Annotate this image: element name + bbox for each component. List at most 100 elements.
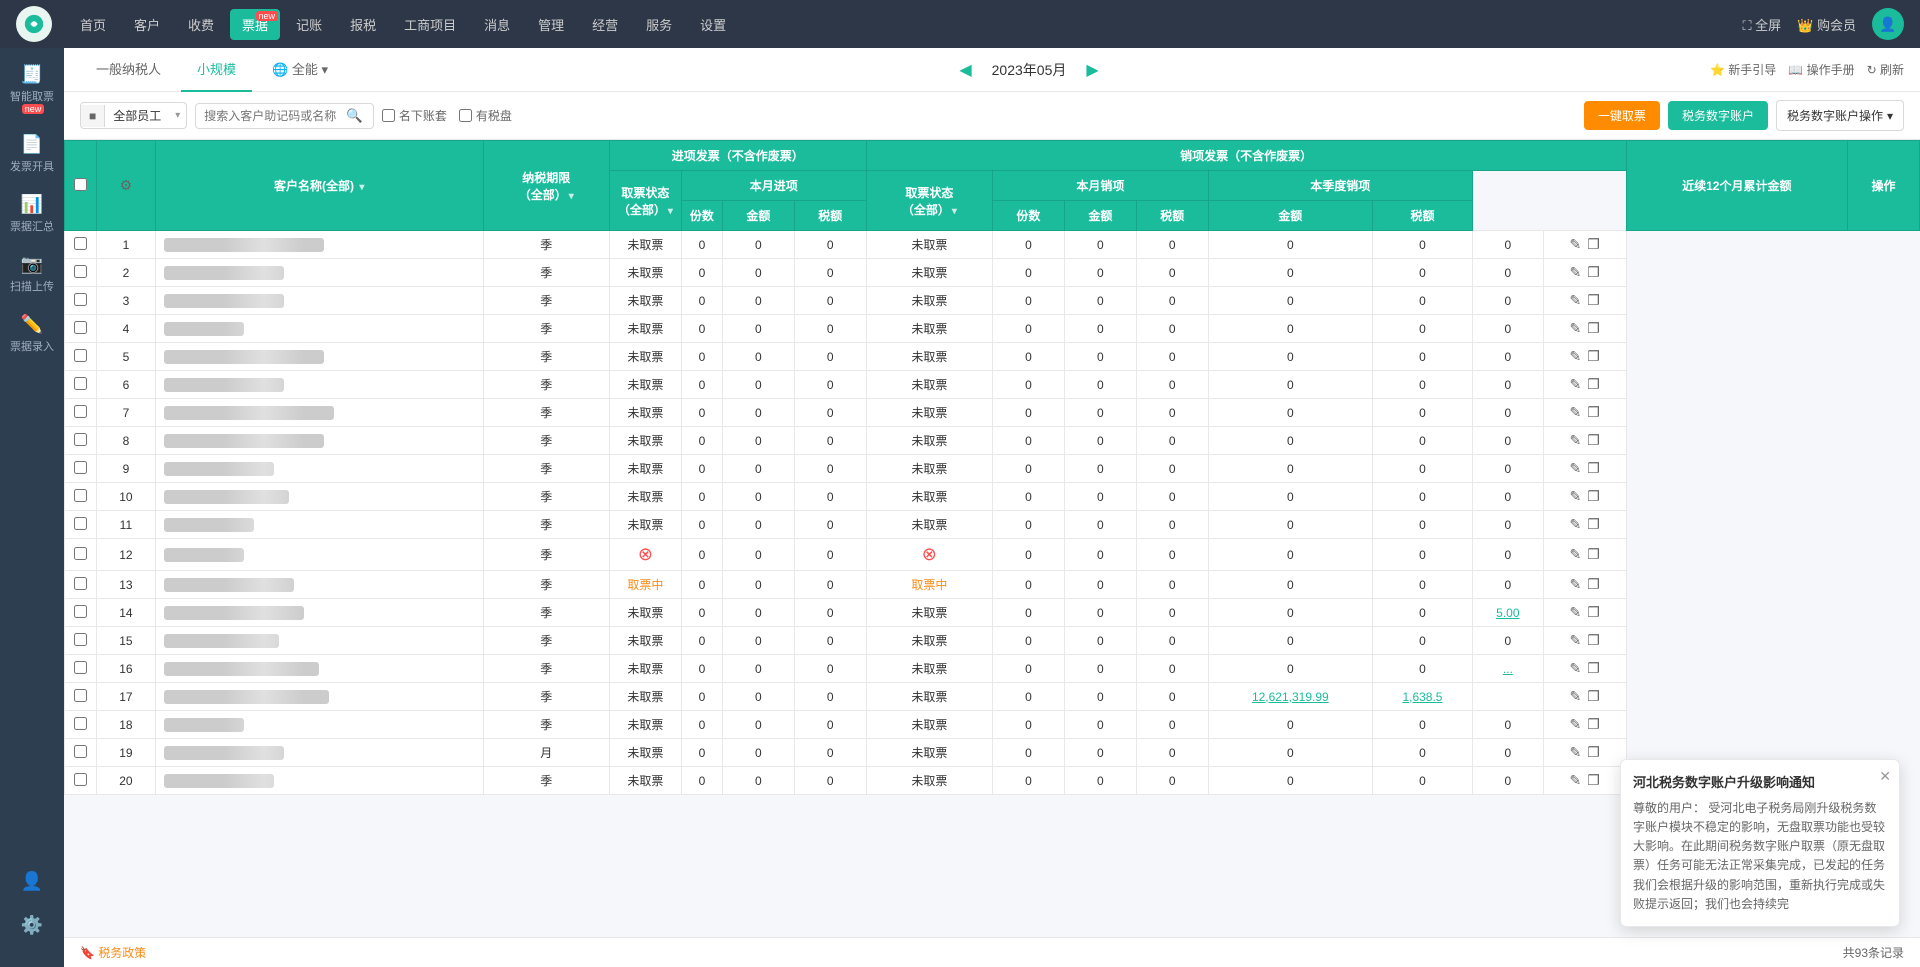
row-actions: ✎ ❐ [1543, 231, 1626, 259]
checkbox-account[interactable]: 名下账套 [382, 107, 447, 124]
nav-customer[interactable]: 客户 [122, 9, 172, 40]
tab-small-scale[interactable]: 小规模 [181, 48, 252, 92]
copy-icon[interactable]: ❐ [1587, 488, 1600, 505]
row-out-count: 0 [992, 455, 1064, 483]
fullscreen-btn[interactable]: ⛶ 全屏 [1742, 15, 1781, 34]
one-click-ticket-btn[interactable]: 一键取票 [1584, 101, 1660, 130]
edit-icon[interactable]: ✎ [1569, 576, 1581, 593]
edit-icon[interactable]: ✎ [1569, 376, 1581, 393]
nav-manage[interactable]: 管理 [526, 9, 576, 40]
tab-general-taxpayer[interactable]: 一般纳税人 [80, 48, 177, 92]
copy-icon[interactable]: ❐ [1587, 320, 1600, 337]
edit-icon[interactable]: ✎ [1569, 488, 1581, 505]
table-row: 16 季 未取票 0 0 0 未取票 0 0 0 0 0 ... ✎ ❐ [65, 655, 1920, 683]
sidebar-item-user[interactable]: 👤 [4, 863, 60, 903]
copy-icon[interactable]: ❐ [1587, 404, 1600, 421]
table-row: 8 季 未取票 0 0 0 未取票 0 0 0 0 0 0 ✎ ❐ [65, 427, 1920, 455]
edit-icon[interactable]: ✎ [1569, 348, 1581, 365]
copy-icon[interactable]: ❐ [1587, 660, 1600, 677]
select-all-checkbox[interactable] [74, 178, 87, 191]
nav-business[interactable]: 工商项目 [392, 9, 468, 40]
edit-icon[interactable]: ✎ [1569, 660, 1581, 677]
edit-icon[interactable]: ✎ [1569, 460, 1581, 477]
copy-icon[interactable]: ❐ [1587, 348, 1600, 365]
gear-button[interactable]: ⚙ [118, 175, 135, 196]
edit-icon[interactable]: ✎ [1569, 744, 1581, 761]
col-action-header: 操作 [1848, 141, 1920, 231]
sidebar-item-invoice[interactable]: 📄 发票开具 [4, 126, 60, 182]
copy-icon[interactable]: ❐ [1587, 516, 1600, 533]
row-out-tax: 0 [1136, 343, 1208, 371]
digital-account-op-btn[interactable]: 税务数字账户操作 ▾ [1776, 100, 1904, 131]
col-tax-period-header: 纳税期限（全部）▾ [483, 141, 609, 231]
nav-ticket[interactable]: 票据 new [230, 9, 280, 40]
avatar[interactable]: 👤 [1872, 8, 1904, 40]
digital-account-btn[interactable]: 税务数字账户 [1668, 101, 1768, 130]
copy-icon[interactable]: ❐ [1587, 376, 1600, 393]
edit-icon[interactable]: ✎ [1569, 688, 1581, 705]
row-ref-amount: 0 [1208, 739, 1372, 767]
edit-icon[interactable]: ✎ [1569, 632, 1581, 649]
nav-service[interactable]: 服务 [634, 9, 684, 40]
copy-icon[interactable]: ❐ [1587, 632, 1600, 649]
checkbox-taxbox[interactable]: 有税盘 [459, 107, 512, 124]
edit-icon[interactable]: ✎ [1569, 604, 1581, 621]
tab-all[interactable]: 🌐 全能 ▾ [256, 48, 344, 92]
copy-icon[interactable]: ❐ [1587, 688, 1600, 705]
copy-icon[interactable]: ❐ [1587, 432, 1600, 449]
guide-btn[interactable]: ⭐ 新手引导 [1710, 61, 1776, 78]
member-btn[interactable]: 👑 购会员 [1797, 15, 1856, 34]
refresh-btn[interactable]: ↻ 刷新 [1867, 61, 1904, 78]
nav-message[interactable]: 消息 [472, 9, 522, 40]
manual-btn[interactable]: 📖 操作手册 [1788, 61, 1854, 78]
sidebar-item-smart-ticket[interactable]: 🧾 智能取票 new [4, 56, 60, 122]
nav-tax[interactable]: 报税 [338, 9, 388, 40]
copy-icon[interactable]: ❐ [1587, 546, 1600, 563]
edit-icon[interactable]: ✎ [1569, 516, 1581, 533]
edit-icon[interactable]: ✎ [1569, 432, 1581, 449]
tax-policy-link[interactable]: 🔖 税务政策 [80, 944, 146, 961]
nav-business2[interactable]: 经营 [580, 9, 630, 40]
sidebar-item-scan[interactable]: 📷 扫描上传 [4, 246, 60, 302]
row-actions: ✎ ❐ [1543, 655, 1626, 683]
nav-billing[interactable]: 收费 [176, 9, 226, 40]
edit-icon[interactable]: ✎ [1569, 264, 1581, 281]
nav-bookkeep[interactable]: 记账 [284, 9, 334, 40]
copy-icon[interactable]: ❐ [1587, 744, 1600, 761]
nav-settings[interactable]: 设置 [688, 9, 738, 40]
copy-icon[interactable]: ❐ [1587, 264, 1600, 281]
period-next-btn[interactable]: ▶ [1078, 56, 1106, 84]
employee-select[interactable]: ■ 全部员工 ▾ [80, 102, 187, 129]
row-out-status: 未取票 [866, 371, 992, 399]
sidebar-item-entry[interactable]: ✏️ 票据录入 [4, 306, 60, 362]
copy-icon[interactable]: ❐ [1587, 236, 1600, 253]
invoice-icon: 📄 [21, 134, 43, 155]
row-actions: ✎ ❐ [1543, 371, 1626, 399]
nav-home[interactable]: 首页 [68, 9, 118, 40]
copy-icon[interactable]: ❐ [1587, 292, 1600, 309]
search-input[interactable] [204, 109, 344, 123]
edit-icon[interactable]: ✎ [1569, 292, 1581, 309]
copy-icon[interactable]: ❐ [1587, 460, 1600, 477]
row-ref-amount: 12,621,319.99 [1208, 683, 1372, 711]
sidebar-item-summary[interactable]: 📊 票据汇总 [4, 186, 60, 242]
copy-icon[interactable]: ❐ [1587, 772, 1600, 789]
row-in-status: 未取票 [609, 599, 681, 627]
row-no: 3 [97, 287, 156, 315]
copy-icon[interactable]: ❐ [1587, 604, 1600, 621]
row-actions: ✎ ❐ [1543, 511, 1626, 539]
edit-icon[interactable]: ✎ [1569, 236, 1581, 253]
period-prev-btn[interactable]: ◀ [951, 56, 979, 84]
edit-icon[interactable]: ✎ [1569, 320, 1581, 337]
row-checkbox [65, 287, 97, 315]
copy-icon[interactable]: ❐ [1587, 576, 1600, 593]
edit-icon[interactable]: ✎ [1569, 404, 1581, 421]
edit-icon[interactable]: ✎ [1569, 716, 1581, 733]
row-actions: ✎ ❐ [1543, 683, 1626, 711]
sidebar-item-gear[interactable]: ⚙️ [4, 907, 60, 947]
search-button[interactable]: 🔍 [344, 108, 365, 124]
notification-close-btn[interactable]: ✕ [1879, 768, 1891, 785]
copy-icon[interactable]: ❐ [1587, 716, 1600, 733]
edit-icon[interactable]: ✎ [1569, 546, 1581, 563]
edit-icon[interactable]: ✎ [1569, 772, 1581, 789]
